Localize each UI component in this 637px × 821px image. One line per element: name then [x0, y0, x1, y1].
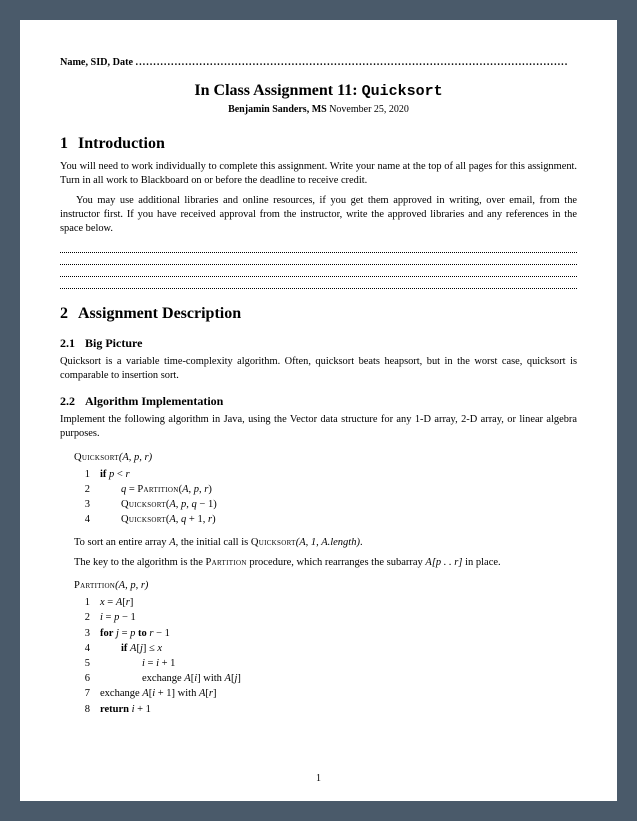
code: for j = p to r − 1: [100, 626, 170, 641]
line-number: 1: [74, 467, 90, 482]
title-code: Quicksort: [362, 83, 443, 100]
author-line: Benjamin Sanders, MS November 25, 2020: [60, 103, 577, 117]
dotted-line: [60, 278, 577, 289]
text: procedure, which rearranges the subarray: [247, 557, 426, 568]
subsection-title: Algorithm Implementation: [85, 394, 223, 408]
var: A[p . . r]: [425, 557, 462, 568]
code: if p < r: [100, 467, 130, 482]
text: in place.: [462, 557, 500, 568]
algo-line: 3 for j = p to r − 1: [74, 626, 577, 641]
intro-paragraph-1: You will need to work individually to co…: [60, 160, 577, 188]
algo-name: Quicksort: [74, 452, 119, 463]
algo-line: 5 i = i + 1: [74, 656, 577, 671]
bigpicture-paragraph: Quicksort is a variable time-complexity …: [60, 355, 577, 383]
title-text: In Class Assignment 11:: [194, 82, 361, 99]
text: To sort an entire array: [74, 537, 169, 548]
algo-line: 1 x = A[r]: [74, 595, 577, 610]
algo-line: 7 exchange A[i + 1] with A[r]: [74, 686, 577, 701]
code: exchange A[i + 1] with A[r]: [100, 686, 216, 701]
line-number: 6: [74, 671, 90, 686]
line-number: 1: [74, 595, 90, 610]
text: The key to the algorithm is the: [74, 557, 206, 568]
code: exchange A[i] with A[j]: [100, 671, 241, 686]
page-number: 1: [20, 772, 617, 786]
algo-args: (A, p, r): [119, 452, 152, 463]
subsection-number: 2.2: [60, 393, 75, 409]
algorithm-quicksort: Quicksort(A, p, r) 1 if p < r 2 q = Parti…: [74, 450, 577, 528]
line-number: 8: [74, 702, 90, 717]
mid-paragraph-2: The key to the algorithm is the Partitio…: [74, 556, 577, 570]
proc-name: Partition: [206, 557, 247, 568]
document-date: November 25, 2020: [329, 104, 409, 115]
algo-line: 6 exchange A[i] with A[j]: [74, 671, 577, 686]
algo-line: 4 if A[j] ≤ x: [74, 641, 577, 656]
name-sid-date-line: Name, SID, Date ........................…: [60, 56, 577, 70]
algo-header: Quicksort(A, p, r): [74, 450, 577, 465]
subsection-number: 2.1: [60, 335, 75, 351]
subsection-title: Big Picture: [85, 336, 142, 350]
code: x = A[r]: [100, 595, 133, 610]
mid-paragraph-1: To sort an entire array A, the initial c…: [74, 536, 577, 550]
line-number: 3: [74, 497, 90, 512]
code: Quicksort(A, p, q − 1): [100, 497, 217, 512]
section-title: Introduction: [78, 135, 165, 152]
text: , the initial call is: [176, 537, 251, 548]
algo-line: 3 Quicksort(A, p, q − 1): [74, 497, 577, 512]
line-number: 5: [74, 656, 90, 671]
document-title: In Class Assignment 11: Quicksort: [60, 80, 577, 102]
subsection-2-2-heading: 2.2 Algorithm Implementation: [60, 393, 577, 409]
line-number: 2: [74, 610, 90, 625]
algo-line: 4 Quicksort(A, q + 1, r): [74, 512, 577, 527]
dotted-line: [60, 254, 577, 265]
dotted-fill: ........................................…: [136, 57, 569, 68]
section-2-heading: 2 Assignment Description: [60, 303, 577, 325]
subsection-2-1-heading: 2.1 Big Picture: [60, 335, 577, 351]
algo-args: (A, p, r): [115, 580, 148, 591]
line-number: 4: [74, 512, 90, 527]
author-name: Benjamin Sanders, MS: [228, 104, 327, 115]
algo-header: Partition(A, p, r): [74, 578, 577, 593]
name-label: Name, SID, Date: [60, 57, 136, 68]
document-page: Name, SID, Date ........................…: [20, 20, 617, 801]
algo-name: Partition: [74, 580, 115, 591]
intro-paragraph-2: You may use additional libraries and onl…: [60, 194, 577, 236]
algo-line: 1 if p < r: [74, 467, 577, 482]
code: if A[j] ≤ x: [100, 641, 162, 656]
algorithm-partition: Partition(A, p, r) 1x = A[r] 2i = p − 1 …: [74, 578, 577, 717]
line-number: 2: [74, 482, 90, 497]
section-number: 2: [60, 303, 68, 325]
line-number: 7: [74, 686, 90, 701]
code: q = Partition(A, p, r): [100, 482, 212, 497]
dotted-line: [60, 242, 577, 253]
code: Quicksort(A, q + 1, r): [100, 512, 216, 527]
code: i = i + 1: [100, 656, 175, 671]
impl-paragraph: Implement the following algorithm in Jav…: [60, 413, 577, 441]
args: (A, 1, A.length): [296, 537, 360, 548]
code: return i + 1: [100, 702, 151, 717]
line-number: 3: [74, 626, 90, 641]
algo-line: 2 q = Partition(A, p, r): [74, 482, 577, 497]
line-number: 4: [74, 641, 90, 656]
algo-line: 8 return i + 1: [74, 702, 577, 717]
proc-name: Quicksort: [251, 537, 296, 548]
section-number: 1: [60, 133, 68, 155]
dotted-line: [60, 266, 577, 277]
code: i = p − 1: [100, 610, 136, 625]
section-1-heading: 1 Introduction: [60, 133, 577, 155]
write-in-lines: [60, 242, 577, 289]
section-title: Assignment Description: [78, 305, 241, 322]
algo-line: 2 i = p − 1: [74, 610, 577, 625]
